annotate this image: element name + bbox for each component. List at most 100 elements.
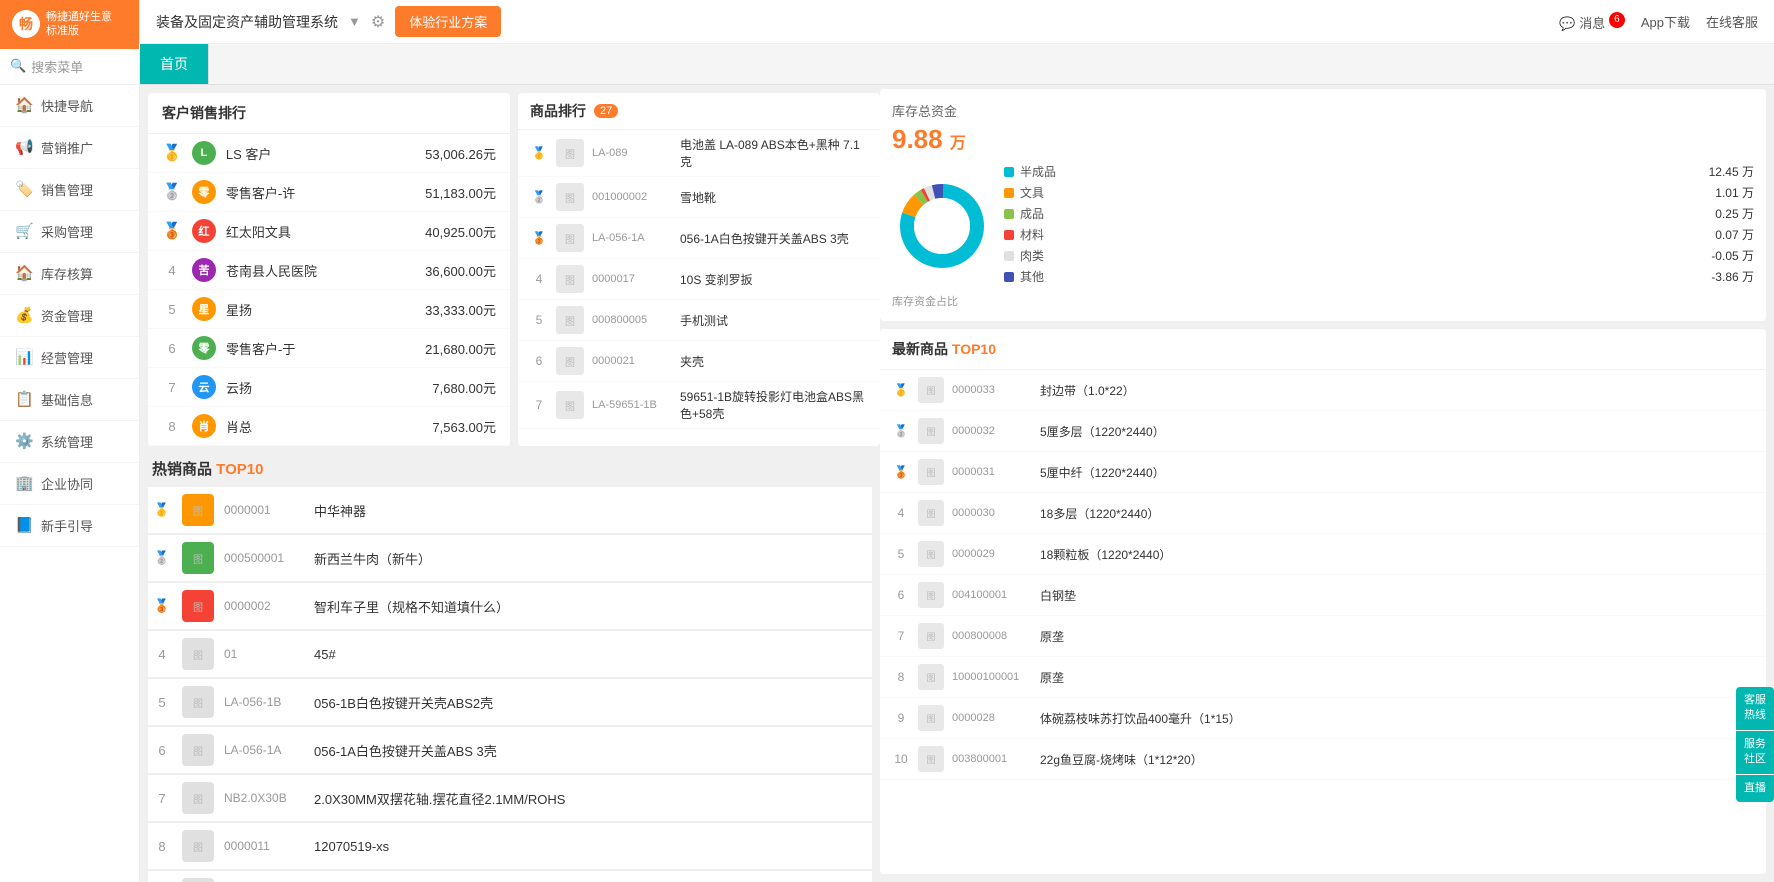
hot-rank: 4 xyxy=(152,647,172,662)
hot-product-code: 0000001 xyxy=(224,503,304,517)
hot-product-img: 图 xyxy=(182,590,214,622)
rank-number: 4 xyxy=(162,263,182,278)
hot-product-name: 12070519-xs xyxy=(314,839,868,854)
system-title: 装备及固定资产辅助管理系统 xyxy=(156,12,338,32)
hot-product-img: 图 xyxy=(182,494,214,526)
ranking-item: 5 星 星扬 33,333.00元 xyxy=(148,290,510,329)
new-product-name: 5厘多层（1220*2440） xyxy=(1040,423,1754,440)
rank-name: 肖总 xyxy=(226,417,422,436)
sidebar-item-basic-info[interactable]: 📋基础信息 xyxy=(0,379,139,421)
rank-badge: L xyxy=(192,141,216,165)
tab-home[interactable]: 首页 xyxy=(140,44,209,84)
rank-name: 星扬 xyxy=(226,300,415,319)
settings-icon[interactable]: ⚙ xyxy=(371,12,385,32)
new-product-img: 图 xyxy=(918,541,944,567)
sidebar-item-purchase[interactable]: 🛒采购管理 xyxy=(0,211,139,253)
float-btn-live[interactable]: 直播 xyxy=(1736,775,1774,802)
sidebar-item-enterprise[interactable]: 🏢企业协同 xyxy=(0,463,139,505)
tr-product-img: 图 xyxy=(556,347,584,375)
product-ranking-list: 🥇 图 LA-089 电池盖 LA-089 ABS本色+黑种 7.1克 🥈 图 … xyxy=(518,130,880,429)
sidebar-menu: 🏠快捷导航📢营销推广🏷️销售管理🛒采购管理🏠库存核算💰资金管理📊经营管理📋基础信… xyxy=(0,85,139,547)
silver-medal: 🥈 xyxy=(162,182,182,202)
legend-value: 0.07 万 xyxy=(1715,226,1754,243)
legend-value: 0.25 万 xyxy=(1715,205,1754,222)
tr-product-code: 0000017 xyxy=(592,273,672,285)
rank-amount: 33,333.00元 xyxy=(425,300,496,319)
dropdown-arrow[interactable]: ▼ xyxy=(348,14,361,29)
new-rank: 4 xyxy=(892,506,910,520)
float-btn-service[interactable]: 客服热线 xyxy=(1736,687,1774,730)
new-rank: 5 xyxy=(892,547,910,561)
ranking-item: 7 云 云扬 7,680.00元 xyxy=(148,368,510,407)
sidebar-item-finance[interactable]: 💰资金管理 xyxy=(0,295,139,337)
hot-product-code: LA-056-1A xyxy=(224,743,304,757)
hot-product-item: 🥈 图 000500001 新西兰牛肉（新牛） xyxy=(148,535,872,582)
hot-product-img: 图 xyxy=(182,830,214,862)
sidebar-item-operations[interactable]: 📊经营管理 xyxy=(0,337,139,379)
hot-rank: 6 xyxy=(152,743,172,758)
logo-text: 畅捷通好生意 标准版 xyxy=(46,10,112,39)
legend-dot xyxy=(1004,251,1014,261)
sidebar-item-marketing[interactable]: 📢营销推广 xyxy=(0,127,139,169)
ranking-item: 🥈 零 零售客户-许 51,183.00元 xyxy=(148,173,510,212)
new-product-img: 图 xyxy=(918,418,944,444)
new-product-img: 图 xyxy=(918,664,944,690)
newest-products-card: 最新商品 TOP10 🥇 图 0000033 封边带（1.0*22） 🥈 图 0… xyxy=(880,329,1766,874)
sidebar: 畅 畅捷通好生意 标准版 🔍 搜索菜单 🏠快捷导航📢营销推广🏷️销售管理🛒采购管… xyxy=(0,0,140,882)
float-btn-community[interactable]: 服务社区 xyxy=(1736,731,1774,774)
logo-icon: 畅 xyxy=(12,10,40,38)
sidebar-item-sales[interactable]: 🏷️销售管理 xyxy=(0,169,139,211)
trial-button[interactable]: 体验行业方案 xyxy=(395,6,501,37)
hot-product-img: 图 xyxy=(182,638,214,670)
legend-item: 材料 0.07 万 xyxy=(1004,226,1754,243)
rank-name: 零售客户-许 xyxy=(226,183,415,202)
product-ranking-item: 🥈 图 001000002 雪地靴 xyxy=(518,177,880,218)
new-product-name: 原垄 xyxy=(1040,669,1754,686)
ranking-item: 6 零 零售客户-于 21,680.00元 xyxy=(148,329,510,368)
app-download-btn[interactable]: App下载 xyxy=(1641,12,1690,31)
product-ranking-item: 🥉 图 LA-056-1A 056-1A白色按键开关盖ABS 3壳 xyxy=(518,218,880,259)
sidebar-item-system-mgmt[interactable]: ⚙️系统管理 xyxy=(0,421,139,463)
new-product-code: 004100001 xyxy=(952,589,1032,601)
new-product-name: 封边带（1.0*22） xyxy=(1040,382,1754,399)
search-menu[interactable]: 🔍 搜索菜单 xyxy=(0,49,139,85)
rank-number: 8 xyxy=(162,419,182,434)
rank-amount: 51,183.00元 xyxy=(425,183,496,202)
tr-rank: 7 xyxy=(530,398,548,412)
new-rank: 10 xyxy=(892,752,910,766)
new-product-code: 0000031 xyxy=(952,466,1032,478)
sidebar-item-beginner[interactable]: 📘新手引导 xyxy=(0,505,139,547)
tr-product-name: 59651-1B旋转投影灯电池盒ABS黑色+58壳 xyxy=(680,388,868,422)
hot-product-img: 图 xyxy=(182,878,214,882)
tr-rank: 🥈 xyxy=(530,190,548,204)
menu-icon-enterprise: 🏢 xyxy=(15,474,33,492)
legend-item: 其他 -3.86 万 xyxy=(1004,268,1754,285)
sidebar-item-quick-nav[interactable]: 🏠快捷导航 xyxy=(0,85,139,127)
donut-chart xyxy=(892,176,992,276)
legend-dot xyxy=(1004,230,1014,240)
new-rank: 🥇 xyxy=(892,383,910,397)
legend-item: 肉类 -0.05 万 xyxy=(1004,247,1754,264)
menu-icon-inventory: 🏠 xyxy=(15,264,33,282)
hot-product-code: 000500001 xyxy=(224,551,304,565)
sidebar-item-inventory[interactable]: 🏠库存核算 xyxy=(0,253,139,295)
online-service-btn[interactable]: 在线客服 xyxy=(1706,12,1758,31)
rank-badge: 肖 xyxy=(192,414,216,438)
hot-product-item: 8 图 0000011 12070519-xs xyxy=(148,823,872,870)
hot-products-list: 🥇 图 0000001 中华神器 🥈 图 000500001 新西兰牛肉（新牛）… xyxy=(148,487,872,882)
hot-product-item: 5 图 LA-056-1B 056-1B白色按键开关壳ABS2壳 xyxy=(148,679,872,726)
hot-product-img: 图 xyxy=(182,734,214,766)
legend-label: 其他 xyxy=(1020,268,1705,285)
tr-product-img: 图 xyxy=(556,139,584,167)
rank-number: 6 xyxy=(162,341,182,356)
hot-product-code: LA-056-1B xyxy=(224,695,304,709)
new-product-name: 22g鱼豆腐-烧烤味（1*12*20） xyxy=(1040,751,1754,768)
hot-product-item: 6 图 LA-056-1A 056-1A白色按键开关盖ABS 3壳 xyxy=(148,727,872,774)
rank-badge: 云 xyxy=(192,375,216,399)
product-ranking-item: 6 图 0000021 夹壳 xyxy=(518,341,880,382)
tr-product-code: 0000021 xyxy=(592,355,672,367)
tr-product-name: 电池盖 LA-089 ABS本色+黑种 7.1克 xyxy=(680,136,868,170)
message-icon[interactable]: 💬 消息 6 xyxy=(1559,12,1624,32)
new-product-name: 白钢垫 xyxy=(1040,587,1754,604)
newest-product-item: 10 图 003800001 22g鱼豆腐-烧烤味（1*12*20） xyxy=(880,739,1766,780)
